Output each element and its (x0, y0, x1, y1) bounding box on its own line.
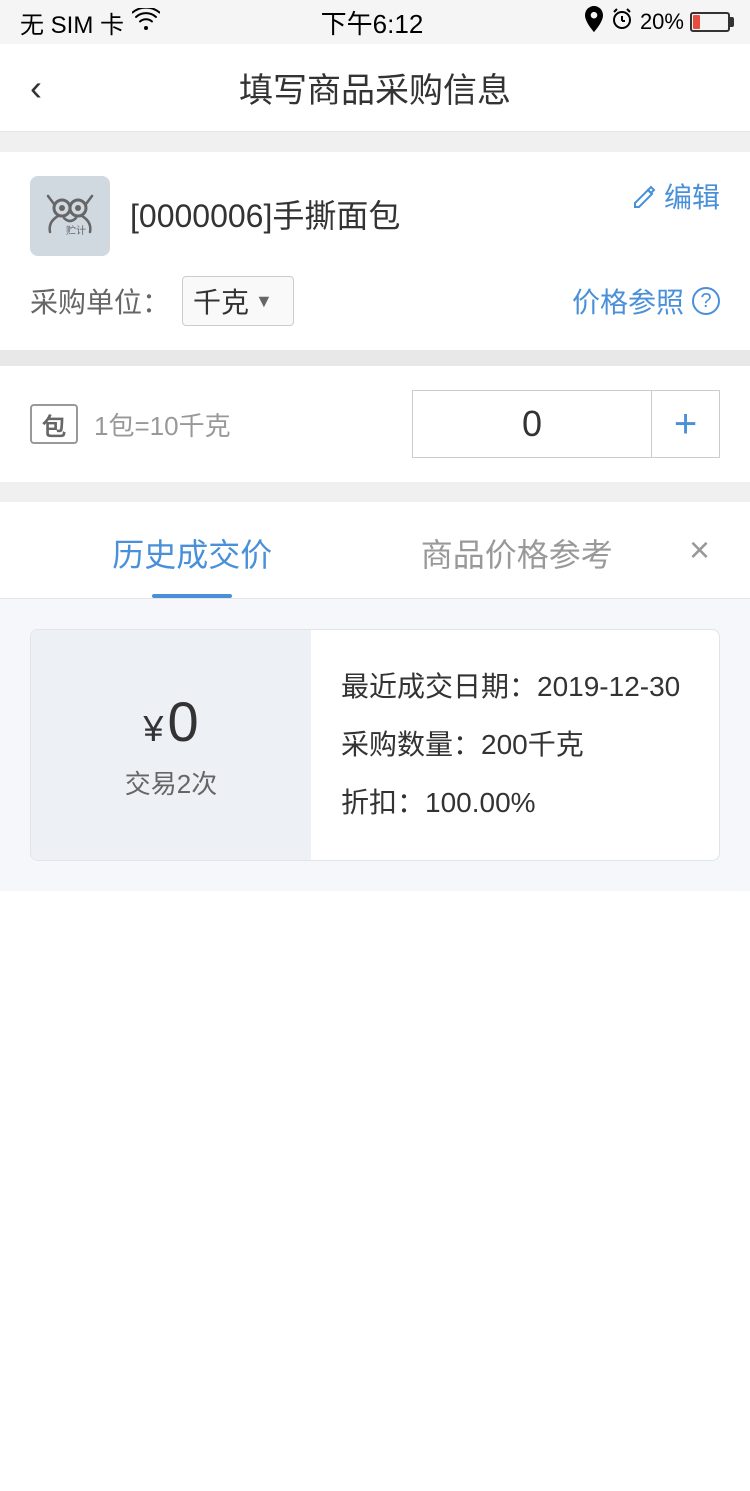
history-price-value: ¥0 (143, 689, 198, 754)
status-carrier: 无 SIM 卡 (20, 5, 160, 40)
product-thumbnail: 贮计 (30, 176, 110, 256)
unit-select-button[interactable]: 千克 ▼ (182, 276, 294, 326)
status-time: 下午6:12 (321, 4, 424, 41)
quantity-row: 包 1包=10千克 0 + (0, 366, 750, 482)
product-image-icon: 贮计 (44, 186, 96, 247)
product-card: 贮计 [0000006]手撕面包 编辑 采购单位： 千克 ▼ 价格参照 (0, 152, 750, 350)
unit-value: 千克 (193, 281, 249, 321)
unit-row: 采购单位： 千克 ▼ (30, 276, 294, 326)
tab-market-price[interactable]: 商品价格参考 (354, 502, 678, 598)
history-content: ¥0 交易2次 最近成交日期：2019-12-30 采购数量：200千克 折扣：… (0, 599, 750, 891)
tabs-container: 历史成交价 商品价格参考 × (0, 502, 750, 599)
quantity-input[interactable]: 0 (412, 390, 652, 458)
price-reference-button[interactable]: 价格参照 ? (572, 281, 720, 321)
battery-icon (690, 12, 730, 32)
page-title: 填写商品采购信息 (239, 63, 511, 112)
recent-date-line: 最近成交日期：2019-12-30 (341, 666, 689, 708)
alarm-icon (610, 7, 634, 37)
location-icon (584, 6, 604, 38)
tab-history-price[interactable]: 历史成交价 (30, 502, 354, 598)
status-indicators: 20% (584, 6, 730, 38)
chevron-down-icon: ▼ (255, 291, 273, 312)
quantity-plus-button[interactable]: + (652, 390, 720, 458)
svg-text:贮计: 贮计 (66, 224, 86, 237)
help-icon: ? (692, 287, 720, 315)
section-divider (0, 350, 750, 366)
carrier-text: 无 SIM 卡 (20, 5, 124, 40)
header: ‹ 填写商品采购信息 (0, 44, 750, 132)
battery-percent: 20% (640, 9, 684, 35)
back-button[interactable]: ‹ (30, 67, 90, 109)
status-bar: 无 SIM 卡 下午6:12 20% (0, 0, 750, 44)
history-price-box: ¥0 交易2次 (31, 630, 311, 860)
bag-unit-icon: 包 (30, 404, 78, 444)
wifi-icon (132, 8, 160, 37)
unit-label: 采购单位： (30, 281, 170, 321)
tabs-header: 历史成交价 商品价格参考 × (0, 502, 750, 598)
bottom-space (0, 891, 750, 1491)
purchase-qty-line: 采购数量：200千克 (341, 724, 689, 766)
discount-line: 折扣：100.00% (341, 782, 689, 824)
trade-count-label: 交易2次 (125, 764, 217, 801)
close-button[interactable]: × (679, 519, 720, 581)
edit-button[interactable]: 编辑 (632, 176, 720, 216)
product-name: [0000006]手撕面包 (130, 194, 400, 239)
history-card: ¥0 交易2次 最近成交日期：2019-12-30 采购数量：200千克 折扣：… (30, 629, 720, 861)
unit-conversion-label: 1包=10千克 (94, 406, 231, 443)
history-details: 最近成交日期：2019-12-30 采购数量：200千克 折扣：100.00% (311, 630, 719, 860)
quantity-control: 0 + (412, 390, 720, 458)
